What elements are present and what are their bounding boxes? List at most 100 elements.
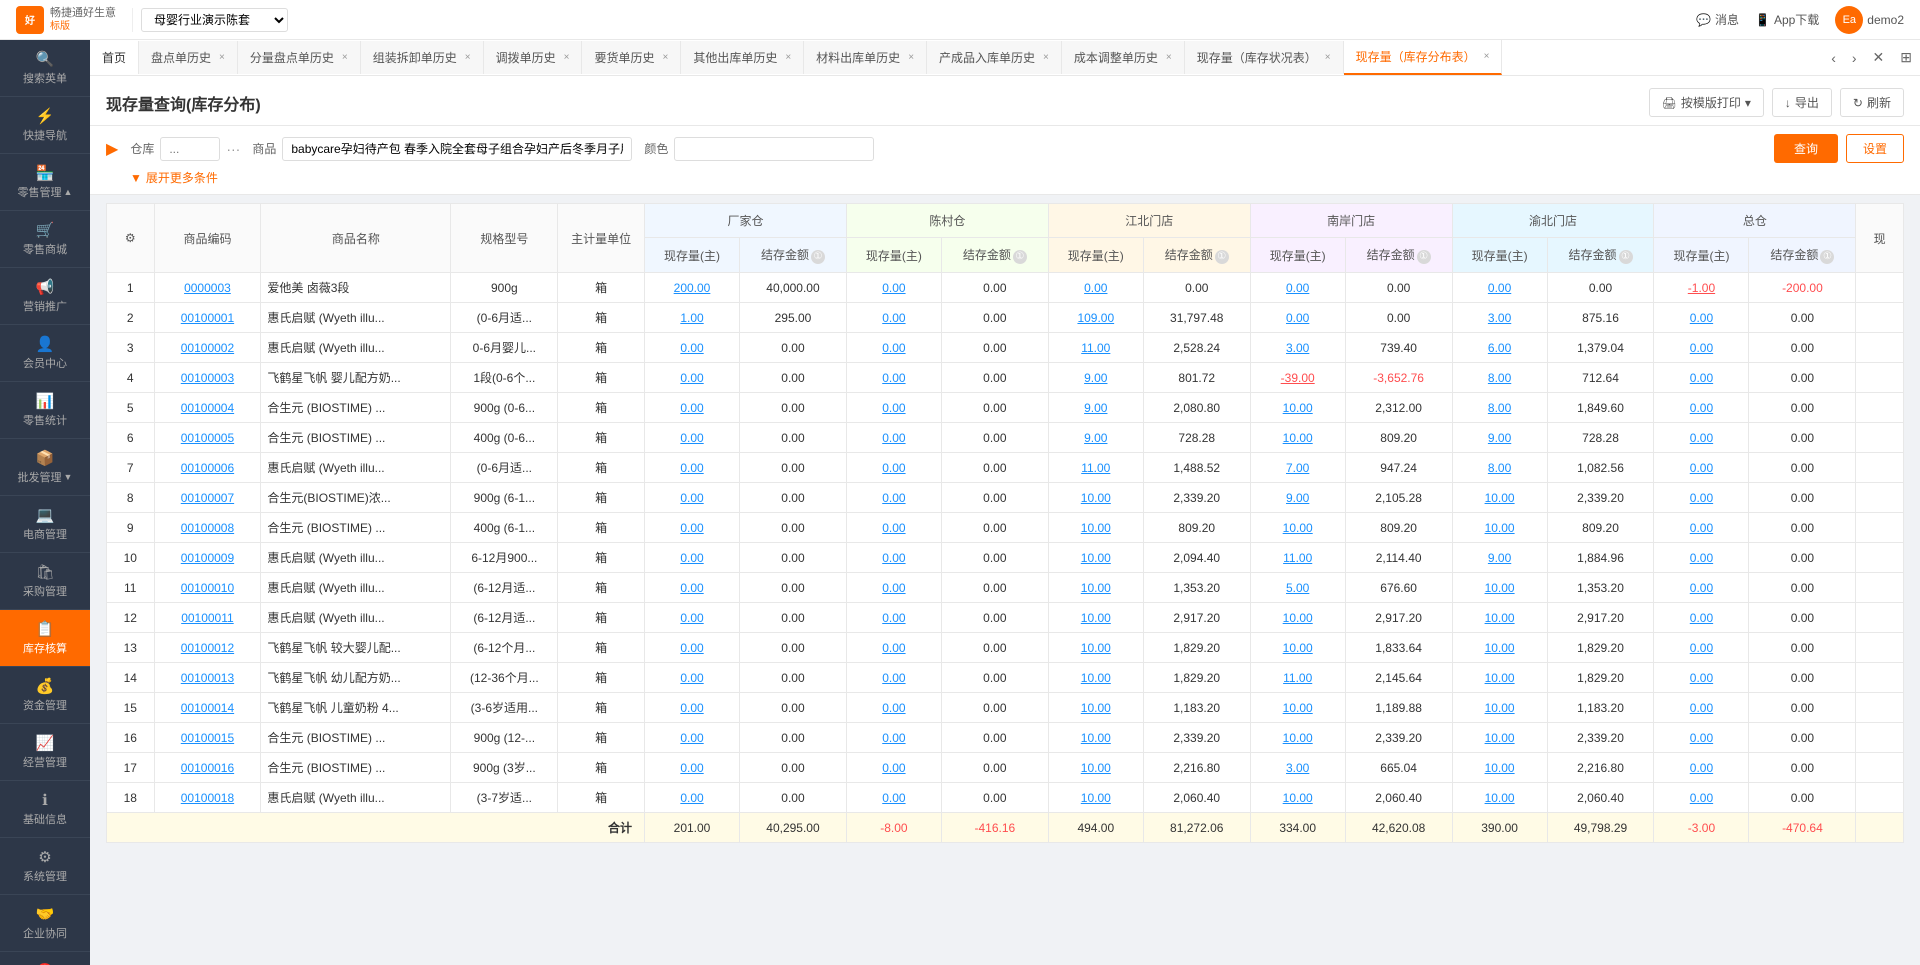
cell-ybmd-qty[interactable]: 10.00 xyxy=(1452,663,1547,693)
sidebar-item-mall[interactable]: 🛒 零售商城 xyxy=(0,211,90,268)
tab-other-outbound[interactable]: 其他出库单历史 × xyxy=(681,41,804,74)
cell-namd-qty[interactable]: 0.00 xyxy=(1250,303,1345,333)
tab-close-btn[interactable]: ✕ xyxy=(1865,49,1893,66)
cell-ybmd-qty[interactable]: 0.00 xyxy=(1452,273,1547,303)
close-tab-fraction-stocktake[interactable]: × xyxy=(342,52,348,63)
cell-code[interactable]: 00100004 xyxy=(154,393,261,423)
cell-jbmd-qty[interactable]: 0.00 xyxy=(1048,273,1143,303)
cell-ccv-qty[interactable]: 0.00 xyxy=(846,723,941,753)
cell-ccv-qty[interactable]: 0.00 xyxy=(846,483,941,513)
print-btn[interactable]: 🖨 按模版打印 ▾ xyxy=(1649,88,1764,117)
export-btn[interactable]: ↓ 导出 xyxy=(1772,88,1832,117)
cell-code[interactable]: 00100002 xyxy=(154,333,261,363)
sidebar-item-basic-info[interactable]: ℹ 基础信息 xyxy=(0,781,90,838)
cell-total-qty[interactable]: 0.00 xyxy=(1654,333,1749,363)
tab-next-btn[interactable]: › xyxy=(1844,50,1865,66)
close-tab-cost-adjust[interactable]: × xyxy=(1166,52,1172,63)
user-profile[interactable]: Ea demo2 xyxy=(1835,6,1904,34)
cell-ccv-qty[interactable]: 0.00 xyxy=(846,663,941,693)
sidebar-item-purchase[interactable]: 🛍 采购管理 xyxy=(0,553,90,610)
cell-jbmd-qty[interactable]: 11.00 xyxy=(1048,333,1143,363)
cell-ckc-qty[interactable]: 0.00 xyxy=(645,603,740,633)
cell-ybmd-qty[interactable]: 8.00 xyxy=(1452,453,1547,483)
cell-ybmd-qty[interactable]: 3.00 xyxy=(1452,303,1547,333)
cell-total-qty[interactable]: 0.00 xyxy=(1654,543,1749,573)
cell-ckc-qty[interactable]: 0.00 xyxy=(645,783,740,813)
cell-ckc-qty[interactable]: 0.00 xyxy=(645,663,740,693)
cell-ybmd-qty[interactable]: 10.00 xyxy=(1452,723,1547,753)
close-tab-stock-status[interactable]: × xyxy=(1325,52,1331,63)
close-tab-stock-dist[interactable]: × xyxy=(1484,51,1490,62)
cell-ybmd-qty[interactable]: 8.00 xyxy=(1452,393,1547,423)
th-settings[interactable]: ⚙ xyxy=(107,204,155,273)
cell-namd-qty[interactable]: 10.00 xyxy=(1250,603,1345,633)
info-ckc[interactable]: ① xyxy=(811,250,825,264)
cell-jbmd-qty[interactable]: 9.00 xyxy=(1048,393,1143,423)
cell-jbmd-qty[interactable]: 11.00 xyxy=(1048,453,1143,483)
settings-btn[interactable]: 设置 xyxy=(1846,134,1904,163)
close-tab-other-outbound[interactable]: × xyxy=(785,52,791,63)
sidebar-item-inventory[interactable]: 📋 库存核算 xyxy=(0,610,90,667)
cell-total-qty[interactable]: 0.00 xyxy=(1654,723,1749,753)
sidebar-item-guide[interactable]: 🎯 新手引导 xyxy=(0,952,90,965)
cell-ccv-qty[interactable]: 0.00 xyxy=(846,273,941,303)
cell-jbmd-qty[interactable]: 10.00 xyxy=(1048,483,1143,513)
cell-total-qty[interactable]: 0.00 xyxy=(1654,573,1749,603)
cell-ckc-qty[interactable]: 0.00 xyxy=(645,483,740,513)
cell-ybmd-qty[interactable]: 10.00 xyxy=(1452,783,1547,813)
expand-conditions-btn[interactable]: ▼ 展开更多条件 xyxy=(130,169,1904,186)
cell-total-qty[interactable]: 0.00 xyxy=(1654,423,1749,453)
sidebar-item-ecommerce[interactable]: 💻 电商管理 xyxy=(0,496,90,553)
cell-code[interactable]: 00100011 xyxy=(154,603,261,633)
cell-jbmd-qty[interactable]: 109.00 xyxy=(1048,303,1143,333)
cell-jbmd-qty[interactable]: 10.00 xyxy=(1048,723,1143,753)
sidebar-item-system[interactable]: ⚙ 系统管理 xyxy=(0,838,90,895)
cell-total-qty[interactable]: 0.00 xyxy=(1654,303,1749,333)
cell-jbmd-qty[interactable]: 10.00 xyxy=(1048,573,1143,603)
cell-ccv-qty[interactable]: 0.00 xyxy=(846,573,941,603)
cell-ybmd-qty[interactable]: 10.00 xyxy=(1452,513,1547,543)
sidebar-item-finance[interactable]: 💰 资金管理 xyxy=(0,667,90,724)
cell-total-qty[interactable]: 0.00 xyxy=(1654,603,1749,633)
cell-jbmd-qty[interactable]: 10.00 xyxy=(1048,603,1143,633)
cell-code[interactable]: 00100006 xyxy=(154,453,261,483)
info-total[interactable]: ① xyxy=(1820,250,1834,264)
cell-namd-qty[interactable]: 9.00 xyxy=(1250,483,1345,513)
sidebar-item-retail-stats[interactable]: 📊 零售统计 xyxy=(0,382,90,439)
cell-jbmd-qty[interactable]: 10.00 xyxy=(1048,663,1143,693)
cell-total-qty[interactable]: 0.00 xyxy=(1654,663,1749,693)
info-namd[interactable]: ① xyxy=(1417,250,1431,264)
tab-material-outbound[interactable]: 材料出库单历史 × xyxy=(804,41,927,74)
cell-code[interactable]: 00100012 xyxy=(154,633,261,663)
tab-stock-status[interactable]: 现存量（库存状况表） × xyxy=(1185,41,1344,74)
cell-ccv-qty[interactable]: 0.00 xyxy=(846,633,941,663)
app-download-btn[interactable]: 📱 App下载 xyxy=(1755,11,1819,28)
cell-jbmd-qty[interactable]: 10.00 xyxy=(1048,633,1143,663)
cell-jbmd-qty[interactable]: 9.00 xyxy=(1048,363,1143,393)
cell-ybmd-qty[interactable]: 9.00 xyxy=(1452,423,1547,453)
tab-assembly[interactable]: 组装拆卸单历史 × xyxy=(361,41,484,74)
cell-total-qty[interactable]: 0.00 xyxy=(1654,783,1749,813)
info-ybmd[interactable]: ① xyxy=(1619,250,1633,264)
cell-code[interactable]: 00100009 xyxy=(154,543,261,573)
cell-namd-qty[interactable]: 0.00 xyxy=(1250,273,1345,303)
sidebar-item-search[interactable]: 🔍 搜索英单 xyxy=(0,40,90,97)
cell-ccv-qty[interactable]: 0.00 xyxy=(846,363,941,393)
cell-namd-qty[interactable]: 7.00 xyxy=(1250,453,1345,483)
table-container[interactable]: ⚙ 商品编码 商品名称 规格型号 主计量单位 厂家仓 陈村仓 江北门店 南岸门店… xyxy=(90,195,1920,965)
cell-ckc-qty[interactable]: 0.00 xyxy=(645,693,740,723)
cell-total-qty[interactable]: 0.00 xyxy=(1654,753,1749,783)
close-tab-material-outbound[interactable]: × xyxy=(908,52,914,63)
sidebar-item-wholesale[interactable]: 📦 批发管理 ▼ xyxy=(0,439,90,496)
cell-ckc-qty[interactable]: 0.00 xyxy=(645,363,740,393)
cell-namd-qty[interactable]: 10.00 xyxy=(1250,423,1345,453)
cell-namd-qty[interactable]: 10.00 xyxy=(1250,393,1345,423)
close-tab-requisition[interactable]: × xyxy=(662,52,668,63)
cell-ccv-qty[interactable]: 0.00 xyxy=(846,303,941,333)
sidebar-item-enterprise[interactable]: 🤝 企业协同 xyxy=(0,895,90,952)
query-btn[interactable]: 查询 xyxy=(1774,134,1838,163)
cell-code[interactable]: 00100016 xyxy=(154,753,261,783)
cell-ccv-qty[interactable]: 0.00 xyxy=(846,423,941,453)
cell-ybmd-qty[interactable]: 6.00 xyxy=(1452,333,1547,363)
cell-total-qty[interactable]: 0.00 xyxy=(1654,633,1749,663)
